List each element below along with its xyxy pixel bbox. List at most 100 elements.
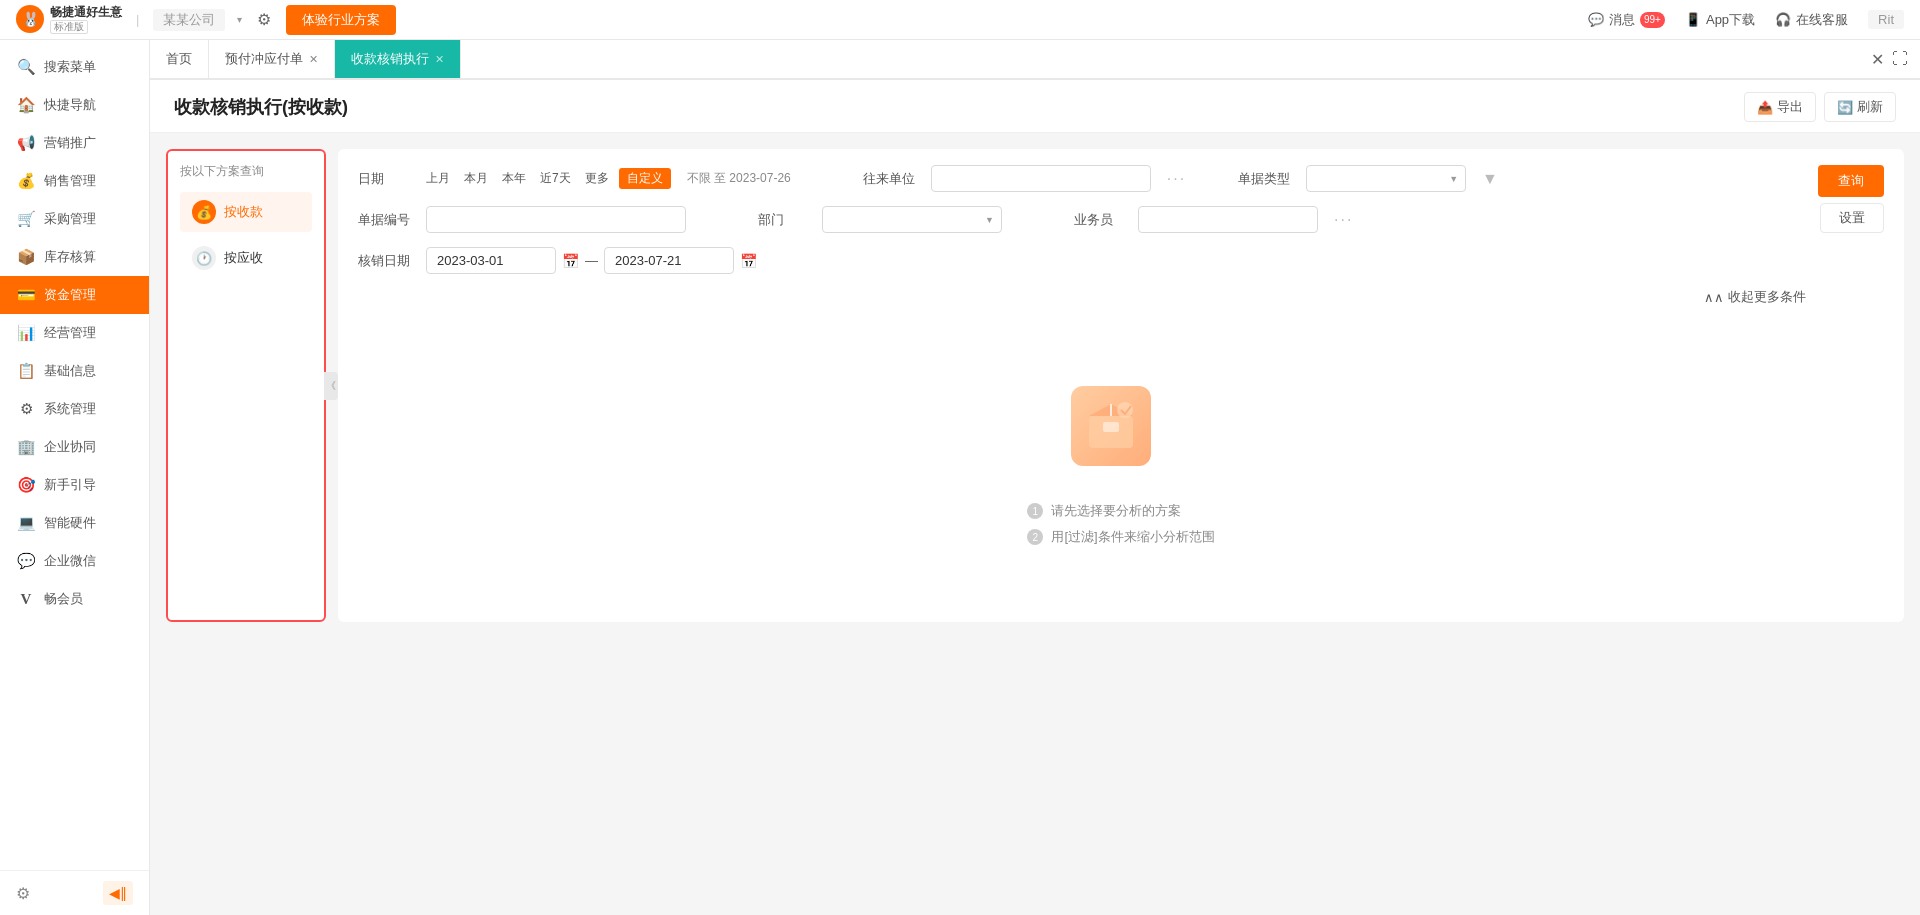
step-2-num: 2 xyxy=(1027,529,1043,545)
logo-text: 畅捷通好生意 xyxy=(50,5,122,19)
marketing-icon: 📢 xyxy=(16,134,36,152)
query-option-by-receipt[interactable]: 💰 按收款 xyxy=(180,192,312,232)
salesperson-dots-icon[interactable]: ··· xyxy=(1334,211,1353,229)
app-download-action[interactable]: 📱 App下载 xyxy=(1685,11,1755,29)
writeoff-start-input[interactable] xyxy=(426,247,556,274)
tab-bar-right: ✕ ⛶ xyxy=(1859,40,1920,78)
company-dropdown-arrow[interactable]: ▾ xyxy=(237,14,242,25)
user-name[interactable]: Rit xyxy=(1868,10,1904,29)
counterpart-dots-icon[interactable]: ··· xyxy=(1167,170,1186,188)
svg-point-4 xyxy=(1117,402,1133,418)
page-header: 收款核销执行(按收款) 📤 导出 🔄 刷新 xyxy=(150,80,1920,133)
query-btn-row: 查询 设置 xyxy=(1818,165,1884,233)
sidebar-item-sales[interactable]: 💰 销售管理 xyxy=(0,162,149,200)
page-header-actions: 📤 导出 🔄 刷新 xyxy=(1744,92,1896,122)
basic-info-icon: 📋 xyxy=(16,362,36,380)
online-service-label: 在线客服 xyxy=(1796,11,1848,29)
top-bar: 🐰 畅捷通好生意 标准版 | 某某公司 ▾ ⚙ 体验行业方案 💬 消息 99+ … xyxy=(0,0,1920,40)
collapse-panel-arrow[interactable]: 《 xyxy=(324,372,338,400)
date-opt-last-month[interactable]: 上月 xyxy=(422,168,454,189)
tab-home[interactable]: 首页 xyxy=(150,40,209,78)
sidebar-label-basic-info: 基础信息 xyxy=(44,362,96,380)
tab-receipt-offset[interactable]: 收款核销执行 ✕ xyxy=(335,40,461,78)
tab-prepaid-label: 预付冲应付单 xyxy=(225,50,303,68)
sidebar-item-wechat[interactable]: 💬 企业微信 xyxy=(0,542,149,580)
date-opt-more[interactable]: 更多 xyxy=(581,168,613,189)
department-select[interactable] xyxy=(822,206,1002,233)
tab-prepaid-close-icon[interactable]: ✕ xyxy=(309,53,318,66)
filter-settings-button[interactable]: 设置 xyxy=(1820,203,1884,233)
sidebar-item-search-menu[interactable]: 🔍 搜索菜单 xyxy=(0,48,149,86)
by-receivable-label: 按应收 xyxy=(224,249,263,267)
sidebar-item-basic-info[interactable]: 📋 基础信息 xyxy=(0,352,149,390)
collapse-sidebar-icon[interactable]: ◀‖ xyxy=(103,881,133,905)
sidebar-item-enterprise[interactable]: 🏢 企业协同 xyxy=(0,428,149,466)
query-button[interactable]: 查询 xyxy=(1818,165,1884,197)
doc-type-label: 单据类型 xyxy=(1238,170,1290,188)
filter-row-3: 核销日期 📅 — 📅 xyxy=(358,247,1806,274)
doc-type-select[interactable] xyxy=(1306,165,1466,192)
logo-icon: 🐰 xyxy=(16,5,44,33)
close-tab-icon[interactable]: ✕ xyxy=(1871,50,1884,69)
collapse-conditions-button[interactable]: ∧∧ 收起更多条件 xyxy=(1704,288,1806,306)
date-options: 上月 本月 本年 近7天 更多 自定义 xyxy=(422,168,671,189)
date-opt-custom[interactable]: 自定义 xyxy=(619,168,671,189)
counterpart-label: 往来单位 xyxy=(863,170,915,188)
export-label: 导出 xyxy=(1777,98,1803,116)
sidebar-item-capital[interactable]: 💳 资金管理 xyxy=(0,276,149,314)
empty-step-1: 1 请先选择要分析的方案 xyxy=(1027,502,1214,520)
online-service-action[interactable]: 🎧 在线客服 xyxy=(1775,11,1848,29)
salesperson-label: 业务员 xyxy=(1074,211,1122,229)
date-label: 日期 xyxy=(358,170,406,188)
writeoff-start-calendar-icon[interactable]: 📅 xyxy=(562,253,579,269)
counterpart-input[interactable] xyxy=(931,165,1151,192)
tab-prepaid[interactable]: 预付冲应付单 ✕ xyxy=(209,40,335,78)
sidebar-item-system[interactable]: ⚙ 系统管理 xyxy=(0,390,149,428)
empty-state: 1 请先选择要分析的方案 2 用[过滤]条件来缩小分析范围 xyxy=(358,306,1884,606)
solution-button[interactable]: 体验行业方案 xyxy=(286,5,396,35)
app-download-label: App下载 xyxy=(1706,11,1755,29)
empty-state-icon xyxy=(1071,386,1171,486)
date-opt-7days[interactable]: 近7天 xyxy=(536,168,575,189)
settings-gear-icon[interactable]: ⚙ xyxy=(250,6,278,34)
refresh-label: 刷新 xyxy=(1857,98,1883,116)
date-opt-this-year[interactable]: 本年 xyxy=(498,168,530,189)
query-panel: 按以下方案查询 💰 按收款 🕐 按应收 《 xyxy=(166,149,326,622)
message-action[interactable]: 💬 消息 99+ xyxy=(1588,11,1665,29)
sidebar-item-marketing[interactable]: 📢 营销推广 xyxy=(0,124,149,162)
filter-header: 日期 上月 本月 本年 近7天 更多 自定义 不限 至 2023-07-26 往… xyxy=(358,165,1884,306)
sidebar-item-operation[interactable]: 📊 经营管理 xyxy=(0,314,149,352)
writeoff-end-input[interactable] xyxy=(604,247,734,274)
wechat-icon: 💬 xyxy=(16,552,36,570)
svg-rect-3 xyxy=(1103,422,1119,432)
sidebar-item-hardware[interactable]: 💻 智能硬件 xyxy=(0,504,149,542)
empty-step-2: 2 用[过滤]条件来缩小分析范围 xyxy=(1027,528,1214,546)
tab-home-label: 首页 xyxy=(166,50,192,68)
sidebar-item-inventory[interactable]: 📦 库存核算 xyxy=(0,238,149,276)
system-icon: ⚙ xyxy=(16,400,36,418)
company-name[interactable]: 某某公司 xyxy=(153,9,225,31)
tab-receipt-close-icon[interactable]: ✕ xyxy=(435,53,444,66)
date-opt-this-month[interactable]: 本月 xyxy=(460,168,492,189)
sidebar-item-member[interactable]: V 畅会员 xyxy=(0,580,149,618)
doc-number-input[interactable] xyxy=(426,206,686,233)
sidebar-item-purchase[interactable]: 🛒 采购管理 xyxy=(0,200,149,238)
top-bar-right: 💬 消息 99+ 📱 App下载 🎧 在线客服 Rit xyxy=(1588,10,1904,29)
filter-fields-area: 日期 上月 本月 本年 近7天 更多 自定义 不限 至 2023-07-26 往… xyxy=(358,165,1806,306)
sidebar-label-marketing: 营销推广 xyxy=(44,134,96,152)
filter-row-2: 单据编号 部门 业务员 ··· xyxy=(358,206,1806,233)
expand-icon[interactable]: ⛶ xyxy=(1892,50,1908,68)
writeoff-end-calendar-icon[interactable]: 📅 xyxy=(740,253,757,269)
bottom-settings-icon[interactable]: ⚙ xyxy=(16,884,30,903)
department-label: 部门 xyxy=(758,211,806,229)
salesperson-input[interactable] xyxy=(1138,206,1318,233)
sidebar-item-quick-nav[interactable]: 🏠 快捷导航 xyxy=(0,86,149,124)
writeoff-date-label: 核销日期 xyxy=(358,252,410,270)
export-button[interactable]: 📤 导出 xyxy=(1744,92,1816,122)
top-bar-left: 🐰 畅捷通好生意 标准版 | 某某公司 ▾ ⚙ 体验行业方案 xyxy=(16,5,396,35)
sidebar-item-guide[interactable]: 🎯 新手引导 xyxy=(0,466,149,504)
query-option-by-receivable[interactable]: 🕐 按应收 xyxy=(180,238,312,278)
doc-type-dropdown-icon[interactable]: ▼ xyxy=(1482,170,1500,188)
member-icon: V xyxy=(16,591,36,608)
refresh-button[interactable]: 🔄 刷新 xyxy=(1824,92,1896,122)
